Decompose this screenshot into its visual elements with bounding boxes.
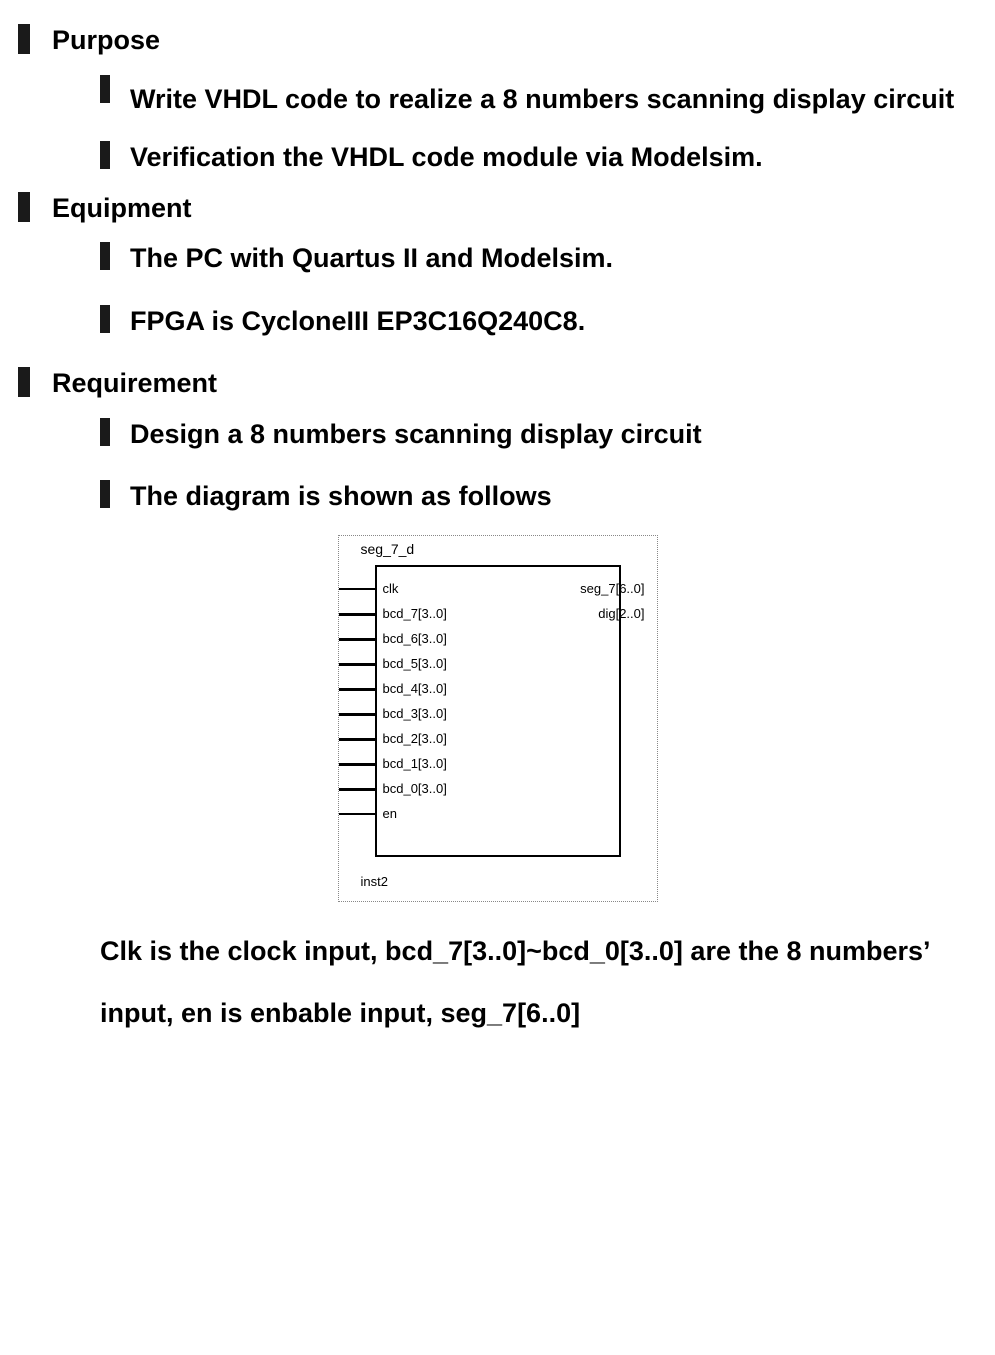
- bullet-icon: [18, 367, 30, 397]
- heading-text: Equipment: [52, 188, 995, 229]
- port-label: bcd_1[3..0]: [383, 755, 447, 773]
- item-text: Verification the VHDL code module via Mo…: [130, 137, 995, 178]
- port-label: seg_7[6..0]: [398, 580, 648, 598]
- port-label: en: [383, 805, 397, 823]
- wire-icon: [339, 663, 375, 666]
- port-input: bcd_2[3..0]: [339, 727, 657, 751]
- section-purpose: Purpose Write VHDL code to realize a 8 n…: [0, 20, 995, 178]
- heading-row: Purpose: [0, 20, 995, 61]
- port-input: en: [339, 802, 657, 826]
- port-label: bcd_3[3..0]: [383, 705, 447, 723]
- port-input: clk seg_7[6..0]: [339, 577, 657, 601]
- description-text: Clk is the clock input, bcd_7[3..0]~bcd_…: [0, 920, 995, 1044]
- wire-icon: [339, 688, 375, 691]
- port-input: bcd_1[3..0]: [339, 752, 657, 776]
- port-label: bcd_4[3..0]: [383, 680, 447, 698]
- port-label: bcd_6[3..0]: [383, 630, 447, 648]
- wire-icon: [339, 713, 375, 716]
- bullet-icon: [18, 24, 30, 54]
- bullet-icon: [100, 141, 110, 169]
- bullet-icon: [100, 418, 110, 446]
- port-input: bcd_5[3..0]: [339, 652, 657, 676]
- list-item: Write VHDL code to realize a 8 numbers s…: [0, 71, 995, 128]
- wire-icon: [339, 588, 375, 590]
- heading-text: Requirement: [52, 363, 995, 404]
- section-requirement: Requirement Design a 8 numbers scanning …: [0, 363, 995, 517]
- item-text: Write VHDL code to realize a 8 numbers s…: [130, 71, 995, 128]
- wire-icon: [339, 813, 375, 815]
- list-item: FPGA is CycloneIII EP3C16Q240C8.: [0, 301, 995, 342]
- port-input: bcd_3[3..0]: [339, 702, 657, 726]
- wire-icon: [339, 613, 375, 616]
- port-input: bcd_4[3..0]: [339, 677, 657, 701]
- bullet-icon: [100, 480, 110, 508]
- section-equipment: Equipment The PC with Quartus II and Mod…: [0, 188, 995, 342]
- port-label: bcd_2[3..0]: [383, 730, 447, 748]
- wire-icon: [339, 788, 375, 791]
- list-item: The PC with Quartus II and Modelsim.: [0, 238, 995, 279]
- port-label: dig[2..0]: [447, 605, 649, 623]
- item-text: The diagram is shown as follows: [130, 476, 995, 517]
- diagram-container: seg_7_d clk seg_7[6..0] bcd_7[3..0] dig[…: [0, 535, 995, 903]
- item-text: FPGA is CycloneIII EP3C16Q240C8.: [130, 301, 995, 342]
- port-label: bcd_5[3..0]: [383, 655, 447, 673]
- heading-row: Requirement: [0, 363, 995, 404]
- port-input: bcd_7[3..0] dig[2..0]: [339, 602, 657, 626]
- wire-icon: [339, 738, 375, 741]
- port-label: clk: [383, 580, 399, 598]
- module-body: clk seg_7[6..0] bcd_7[3..0] dig[2..0] bc…: [339, 565, 657, 895]
- list-item: Verification the VHDL code module via Mo…: [0, 137, 995, 178]
- item-text: Design a 8 numbers scanning display circ…: [130, 414, 995, 455]
- heading-row: Equipment: [0, 188, 995, 229]
- module-symbol: seg_7_d clk seg_7[6..0] bcd_7[3..0] dig[…: [338, 535, 658, 903]
- bullet-icon: [100, 242, 110, 270]
- bullet-icon: [100, 305, 110, 333]
- heading-text: Purpose: [52, 20, 995, 61]
- wire-icon: [339, 763, 375, 766]
- list-item: The diagram is shown as follows: [0, 476, 995, 517]
- list-item: Design a 8 numbers scanning display circ…: [0, 414, 995, 455]
- port-label: bcd_7[3..0]: [383, 605, 447, 623]
- item-text: The PC with Quartus II and Modelsim.: [130, 238, 995, 279]
- module-name: seg_7_d: [339, 540, 657, 566]
- port-input: bcd_0[3..0]: [339, 777, 657, 801]
- bullet-icon: [18, 192, 30, 222]
- port-input: bcd_6[3..0]: [339, 627, 657, 651]
- instance-name: inst2: [361, 873, 388, 891]
- port-label: bcd_0[3..0]: [383, 780, 447, 798]
- wire-icon: [339, 638, 375, 641]
- bullet-icon: [100, 75, 110, 103]
